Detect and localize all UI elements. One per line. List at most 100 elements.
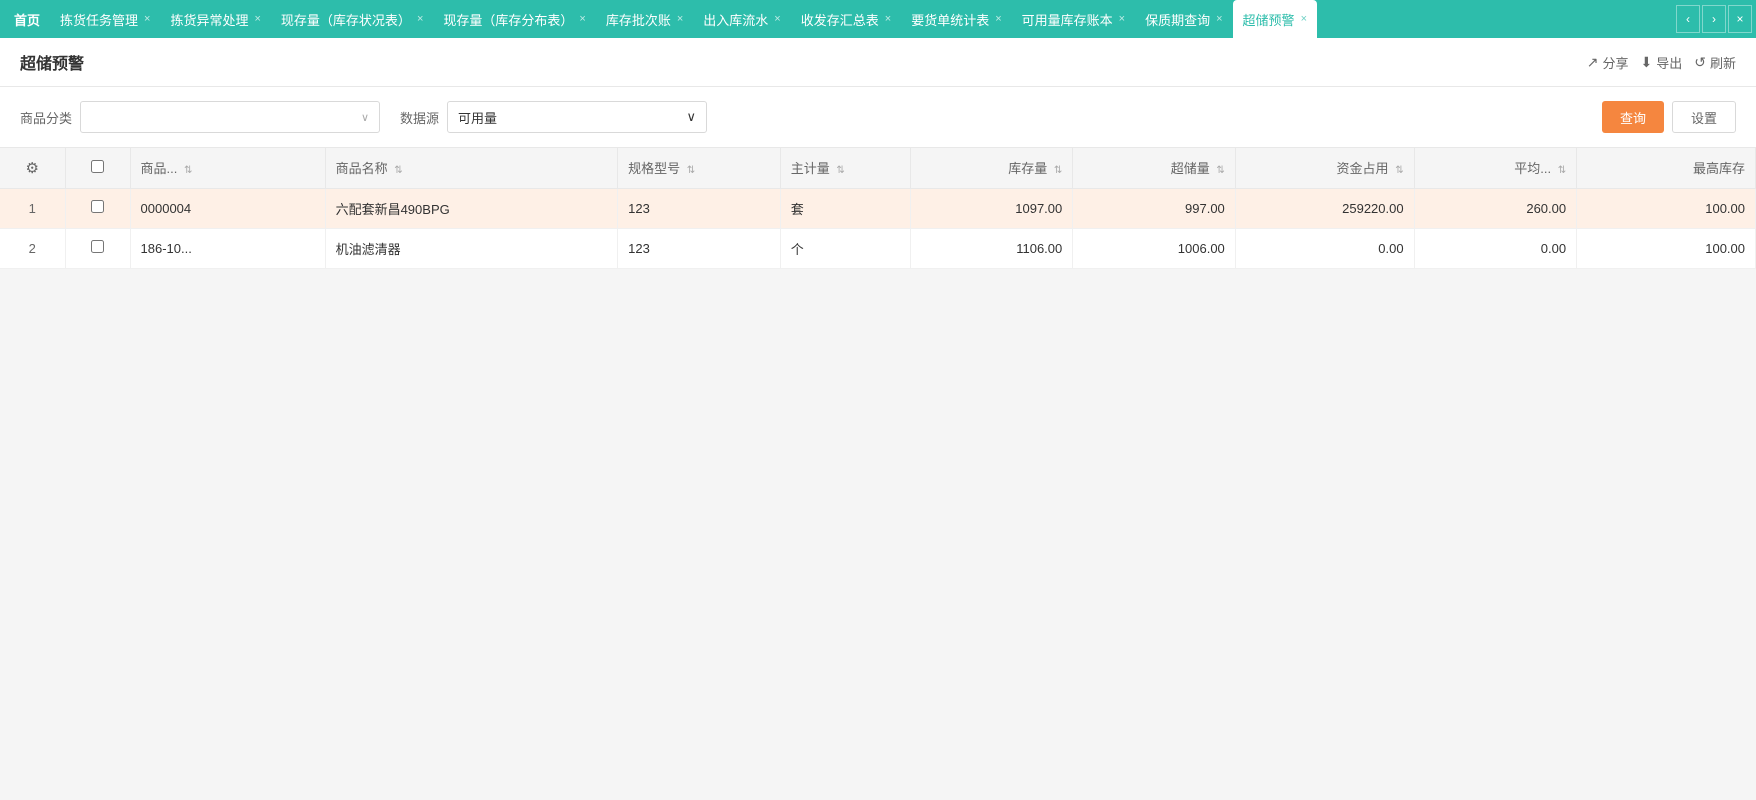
page-actions: ↗ 分享 ⬇ 导出 ↺ 刷新 <box>1587 53 1736 72</box>
tab-close-icon[interactable]: × <box>1216 13 1222 25</box>
share-icon: ↗ <box>1587 54 1599 71</box>
goods-code-cell: 186-10... <box>130 228 325 268</box>
nav-home[interactable]: 首页 <box>4 0 50 38</box>
tab-label: 拣货异常处理 <box>170 10 248 29</box>
tab-close-icon[interactable]: × <box>144 13 150 25</box>
tab-label: 要货单统计表 <box>911 10 989 29</box>
chevron-down-icon: ∨ <box>687 109 697 125</box>
spec-cell: 123 <box>618 188 781 228</box>
col-header-max-stock[interactable]: 最高库存 <box>1577 148 1756 188</box>
row-checkbox[interactable] <box>91 240 104 253</box>
col-header-over-stock[interactable]: 超储量 ⇅ <box>1073 148 1236 188</box>
data-source-filter: 数据源 可用量 ∨ <box>400 101 707 133</box>
share-button[interactable]: ↗ 分享 <box>1587 53 1629 72</box>
goods-category-label: 商品分类 <box>20 108 72 127</box>
data-table: ⚙ 商品... ⇅ 商品名称 ⇅ 规格型号 ⇅ 主计量 <box>0 148 1756 269</box>
nav-tab-0[interactable]: 拣货任务管理 × <box>50 0 160 38</box>
col-header-goods-name[interactable]: 商品名称 ⇅ <box>325 148 618 188</box>
row-index: 1 <box>0 188 65 228</box>
tab-label: 可用量库存账本 <box>1022 10 1113 29</box>
tab-label: 拣货任务管理 <box>60 10 138 29</box>
sort-icon: ⇅ <box>1216 165 1224 176</box>
query-button[interactable]: 查询 <box>1602 101 1664 133</box>
top-navigation: 首页 拣货任务管理×拣货异常处理×现存量（库存状况表）×现存量（库存分布表）×库… <box>0 0 1756 38</box>
col-header-avg[interactable]: 平均... ⇅ <box>1414 148 1577 188</box>
nav-tab-5[interactable]: 出入库流水× <box>693 0 790 38</box>
goods-category-filter: 商品分类 ∨ <box>20 101 380 133</box>
nav-prev-btn[interactable]: ‹ <box>1676 5 1700 33</box>
tab-label: 库存批次账 <box>606 10 671 29</box>
chevron-down-icon: ∨ <box>361 111 369 124</box>
row-checkbox-cell[interactable] <box>65 228 130 268</box>
avg-cell: 260.00 <box>1414 188 1577 228</box>
col-header-settings[interactable]: ⚙ <box>0 148 65 188</box>
data-source-label: 数据源 <box>400 108 439 127</box>
nav-next-btn[interactable]: › <box>1702 5 1726 33</box>
col-header-spec[interactable]: 规格型号 ⇅ <box>618 148 781 188</box>
nav-tab-8[interactable]: 可用量库存账本 × <box>1012 0 1135 38</box>
nav-tab-10[interactable]: 超储预警 × <box>1233 0 1317 38</box>
row-checkbox-cell[interactable] <box>65 188 130 228</box>
tab-label: 现存量（库存分布表） <box>443 10 573 29</box>
page-title: 超储预警 <box>20 50 84 74</box>
unit-cell: 套 <box>780 188 910 228</box>
sort-icon: ⇅ <box>836 165 844 176</box>
filter-action-buttons: 查询 设置 <box>1602 101 1736 133</box>
tab-close-icon[interactable]: × <box>1301 13 1307 25</box>
export-button[interactable]: ⬇ 导出 <box>1641 53 1683 72</box>
nav-tab-7[interactable]: 要货单统计表 × <box>901 0 1011 38</box>
nav-tab-4[interactable]: 库存批次账 × <box>596 0 693 38</box>
nav-tab-2[interactable]: 现存量（库存状况表）× <box>271 0 433 38</box>
nav-tab-6[interactable]: 收发存汇总表 × <box>791 0 901 38</box>
refresh-icon: ↺ <box>1694 54 1706 71</box>
tab-close-icon[interactable]: × <box>677 13 683 25</box>
col-header-goods-code[interactable]: 商品... ⇅ <box>130 148 325 188</box>
tab-label: 超储预警 <box>1243 10 1295 29</box>
gear-icon[interactable]: ⚙ <box>26 160 39 177</box>
table-row: 2 186-10... 机油滤清器 123 个 1106.00 1006.00 … <box>0 228 1756 268</box>
settings-button[interactable]: 设置 <box>1672 101 1736 133</box>
sort-icon: ⇅ <box>184 165 192 176</box>
nav-close-btn[interactable]: × <box>1728 5 1752 33</box>
stock-cell: 1097.00 <box>910 188 1073 228</box>
table-row: 1 0000004 六配套新昌490BPG 123 套 1097.00 997.… <box>0 188 1756 228</box>
data-source-select[interactable]: 可用量 ∨ <box>447 101 707 133</box>
tab-close-icon[interactable]: × <box>885 13 891 25</box>
table-header-row: ⚙ 商品... ⇅ 商品名称 ⇅ 规格型号 ⇅ 主计量 <box>0 148 1756 188</box>
goods-code-cell: 0000004 <box>130 188 325 228</box>
tab-close-icon[interactable]: × <box>995 13 1001 25</box>
over-stock-cell: 997.00 <box>1073 188 1236 228</box>
data-source-value: 可用量 <box>458 108 497 127</box>
stock-cell: 1106.00 <box>910 228 1073 268</box>
tab-label: 保质期查询 <box>1145 10 1210 29</box>
goods-category-select[interactable]: ∨ <box>80 101 380 133</box>
nav-tab-1[interactable]: 拣货异常处理 × <box>160 0 270 38</box>
data-table-container: ⚙ 商品... ⇅ 商品名称 ⇅ 规格型号 ⇅ 主计量 <box>0 148 1756 269</box>
refresh-button[interactable]: ↺ 刷新 <box>1694 53 1736 72</box>
over-stock-cell: 1006.00 <box>1073 228 1236 268</box>
export-icon: ⬇ <box>1641 54 1653 71</box>
select-all-checkbox[interactable] <box>91 160 104 173</box>
spec-cell: 123 <box>618 228 781 268</box>
filter-area: 商品分类 ∨ 数据源 可用量 ∨ 查询 设置 <box>0 87 1756 148</box>
tab-close-icon[interactable]: × <box>579 13 585 25</box>
col-header-stock[interactable]: 库存量 ⇅ <box>910 148 1073 188</box>
col-header-checkbox[interactable] <box>65 148 130 188</box>
tab-label: 收发存汇总表 <box>801 10 879 29</box>
tab-close-icon[interactable]: × <box>254 13 260 25</box>
row-checkbox[interactable] <box>91 200 104 213</box>
col-header-unit[interactable]: 主计量 ⇅ <box>780 148 910 188</box>
capital-cell: 0.00 <box>1235 228 1414 268</box>
nav-tab-3[interactable]: 现存量（库存分布表） × <box>433 0 595 38</box>
sort-icon: ⇅ <box>1558 165 1566 176</box>
goods-name-cell: 机油滤清器 <box>325 228 618 268</box>
nav-tab-9[interactable]: 保质期查询 × <box>1135 0 1232 38</box>
page-header: 超储预警 ↗ 分享 ⬇ 导出 ↺ 刷新 <box>0 38 1756 87</box>
tab-close-icon[interactable]: × <box>1119 13 1125 25</box>
unit-cell: 个 <box>780 228 910 268</box>
capital-cell: 259220.00 <box>1235 188 1414 228</box>
col-header-capital[interactable]: 资金占用 ⇅ <box>1235 148 1414 188</box>
sort-icon: ⇅ <box>687 165 695 176</box>
tab-close-icon[interactable]: × <box>417 13 423 25</box>
tab-close-icon[interactable]: × <box>774 13 780 25</box>
